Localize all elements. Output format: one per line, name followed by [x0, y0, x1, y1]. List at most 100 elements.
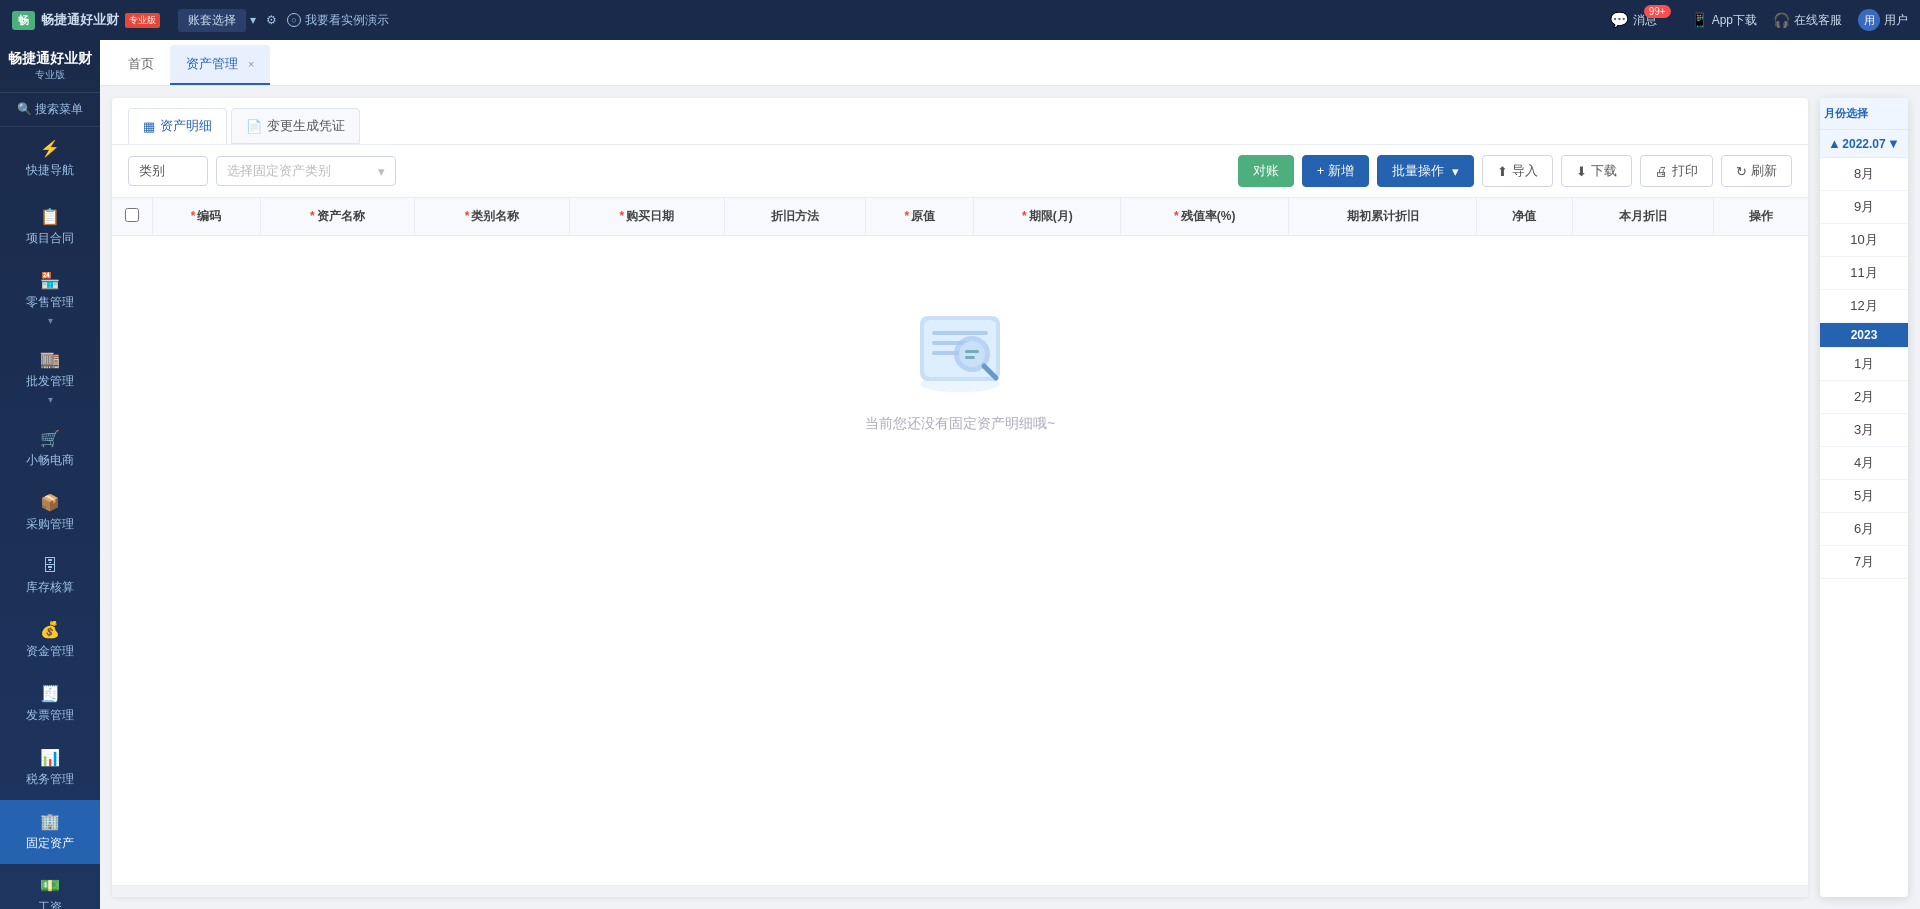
sidebar: 畅捷通好业财 专业版 🔍 搜索菜单 ⚡ 快捷导航 📋 项目合同 🏪 零售管理 ▾…	[0, 40, 100, 909]
user-profile[interactable]: 用 用户	[1858, 9, 1908, 31]
month-item[interactable]: 7月	[1820, 546, 1908, 579]
sidebar-item-quick-nav[interactable]: ⚡ 快捷导航	[0, 127, 100, 191]
th-original-value: *原值	[866, 198, 974, 236]
dropdown-icon[interactable]: ▾	[250, 13, 256, 27]
reconcile-btn[interactable]: 对账	[1238, 155, 1294, 187]
table-header-row: *编码 *资产名称 *类别名称 *购买日期 折旧方法 *原值 *期限(月) *残…	[112, 198, 1808, 236]
required-star: *	[1022, 209, 1027, 223]
sidebar-item-inventory[interactable]: 🗄 库存核算	[0, 545, 100, 608]
sub-tab-detail[interactable]: ▦ 资产明细	[128, 108, 227, 144]
batch-ops-arrow-icon: ▾	[1452, 164, 1459, 179]
required-star: *	[465, 209, 470, 223]
online-service-btn[interactable]: 🎧 在线客服	[1773, 12, 1842, 29]
download-label: 下载	[1591, 162, 1617, 180]
svg-rect-3	[932, 331, 988, 335]
month-item[interactable]: 6月	[1820, 513, 1908, 546]
content-area: 首页 资产管理 × ▦ 资产明细 📄 变更生成凭证	[100, 40, 1920, 909]
tab-home-label: 首页	[128, 55, 154, 73]
svg-point-7	[959, 341, 985, 367]
toolbar-right: 对账 + 新增 批量操作 ▾ ⬆ 导入	[1238, 155, 1792, 187]
print-label: 打印	[1672, 162, 1698, 180]
month-item[interactable]: 10月	[1820, 224, 1908, 257]
sidebar-item-payroll[interactable]: 💵 工资	[0, 864, 100, 909]
required-star: *	[191, 209, 196, 223]
user-account[interactable]: 账套选择	[178, 9, 246, 32]
import-icon: ⬆	[1497, 164, 1508, 179]
category-filter[interactable]: 类别	[128, 156, 208, 186]
year-up-arrow[interactable]: ▲	[1828, 136, 1841, 151]
sub-tab-voucher-label: 变更生成凭证	[267, 117, 345, 135]
month-picker-title: 月份选择	[1824, 106, 1868, 121]
import-btn[interactable]: ⬆ 导入	[1482, 155, 1553, 187]
user-selector[interactable]: 账套选择 ▾ ⚙	[178, 9, 277, 32]
demo-link[interactable]: ○ 我要看实例演示	[287, 12, 389, 29]
month-item[interactable]: 2月	[1820, 381, 1908, 414]
sidebar-label-tax: 税务管理	[26, 771, 74, 788]
year-marker[interactable]: 2023	[1820, 323, 1908, 348]
sidebar-item-wholesale[interactable]: 🏬 批发管理 ▾	[0, 338, 100, 417]
print-icon: 🖨	[1655, 164, 1668, 179]
sidebar-item-label-quick-nav: 快捷导航	[26, 162, 74, 179]
sub-tab-detail-label: 资产明细	[160, 117, 212, 135]
demo-circle-icon: ○	[287, 13, 301, 27]
month-item[interactable]: 5月	[1820, 480, 1908, 513]
toolbar: 类别 选择固定资产类别 ▾ 对账 + 新增 批量操	[112, 145, 1808, 198]
year-down-arrow[interactable]: ▼	[1887, 136, 1900, 151]
sidebar-item-retail[interactable]: 🏪 零售管理 ▾	[0, 259, 100, 338]
message-icon: 💬	[1610, 11, 1629, 29]
download-btn[interactable]: ⬇ 下载	[1561, 155, 1632, 187]
month-item[interactable]: 11月	[1820, 257, 1908, 290]
sidebar-item-tax[interactable]: 📊 税务管理	[0, 736, 100, 800]
sidebar-label-wholesale: 批发管理	[26, 373, 74, 390]
select-all-checkbox[interactable]	[125, 208, 139, 222]
sidebar-item-project[interactable]: 📋 项目合同	[0, 195, 100, 259]
top-bar-right: 💬 消息 99+ 📱 App下载 🎧 在线客服 用 用户	[1610, 9, 1908, 31]
sub-tab-voucher[interactable]: 📄 变更生成凭证	[231, 108, 360, 144]
message-badge: 99+	[1644, 5, 1671, 18]
print-btn[interactable]: 🖨 打印	[1640, 155, 1713, 187]
category-input[interactable]: 选择固定资产类别 ▾	[216, 156, 396, 186]
main-panel: ▦ 资产明细 📄 变更生成凭证 类别 选择固定资产类别 ▾	[112, 98, 1808, 897]
batch-ops-label: 批量操作	[1392, 162, 1444, 180]
project-icon: 📋	[40, 207, 60, 226]
sidebar-item-purchase[interactable]: 📦 采购管理	[0, 481, 100, 545]
th-action: 操作	[1714, 198, 1808, 236]
month-item[interactable]: 8月	[1820, 158, 1908, 191]
sidebar-item-ecommerce[interactable]: 🛒 小畅电商	[0, 417, 100, 481]
wholesale-icon: 🏬	[40, 350, 60, 369]
empty-illustration	[900, 296, 1020, 399]
refresh-btn[interactable]: ↻ 刷新	[1721, 155, 1792, 187]
batch-ops-btn[interactable]: 批量操作 ▾	[1377, 155, 1474, 187]
add-btn[interactable]: + 新增	[1302, 155, 1369, 187]
th-purchase-date: *购买日期	[569, 198, 724, 236]
th-residual-rate: *残值率(%)	[1121, 198, 1289, 236]
voucher-icon: 📄	[246, 119, 262, 134]
tab-asset-mgmt[interactable]: 资产管理 ×	[170, 45, 270, 85]
table-scrollbar[interactable]	[112, 885, 1808, 897]
month-item[interactable]: 1月	[1820, 348, 1908, 381]
app-download-label: App下载	[1712, 12, 1757, 29]
sidebar-label-payroll: 工资	[38, 899, 62, 909]
sidebar-label-ecommerce: 小畅电商	[26, 452, 74, 469]
finance-icon: 💰	[40, 620, 60, 639]
month-item[interactable]: 9月	[1820, 191, 1908, 224]
tab-asset-mgmt-label: 资产管理	[186, 55, 238, 73]
sidebar-item-invoice[interactable]: 🧾 发票管理	[0, 672, 100, 736]
wholesale-arrow-icon: ▾	[48, 394, 53, 405]
tab-home[interactable]: 首页	[112, 45, 170, 85]
month-item[interactable]: 4月	[1820, 447, 1908, 480]
required-star: *	[1174, 209, 1179, 223]
sidebar-item-assets[interactable]: 🏢 固定资产	[0, 800, 100, 864]
month-item[interactable]: 12月	[1820, 290, 1908, 323]
sidebar-search[interactable]: 🔍 搜索菜单	[0, 93, 100, 127]
settings-icon[interactable]: ⚙	[266, 13, 277, 27]
message-btn[interactable]: 💬 消息 99+	[1610, 11, 1657, 29]
app-download-btn[interactable]: 📱 App下载	[1691, 12, 1757, 29]
tab-close-btn[interactable]: ×	[248, 59, 254, 70]
sidebar-item-finance[interactable]: 💰 资金管理	[0, 608, 100, 672]
assets-icon: 🏢	[40, 812, 60, 831]
month-item[interactable]: 3月	[1820, 414, 1908, 447]
sidebar-label-assets: 固定资产	[26, 835, 74, 852]
sidebar-brand: 畅捷通好业财	[0, 50, 100, 68]
reconcile-label: 对账	[1253, 162, 1279, 180]
